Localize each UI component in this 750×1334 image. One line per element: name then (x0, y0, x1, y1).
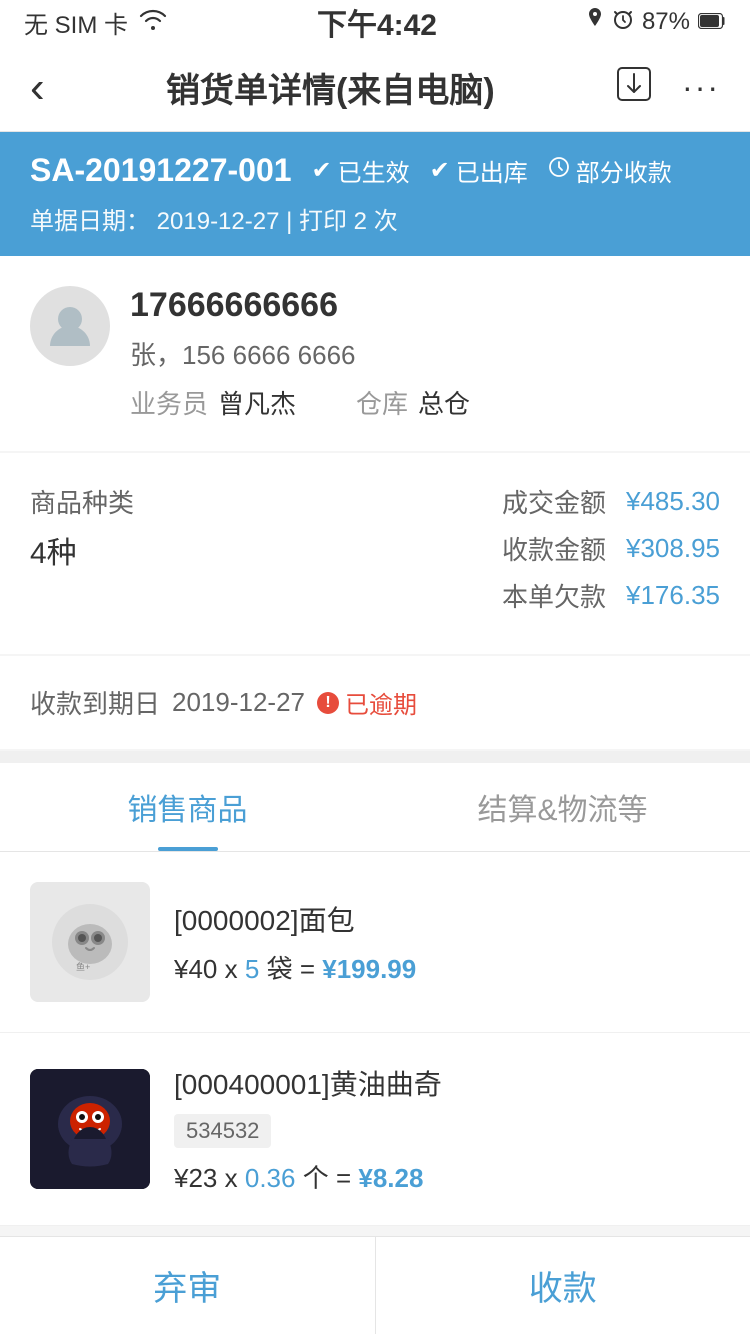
avatar (30, 286, 110, 366)
product-qty-1: 5 (245, 954, 259, 984)
battery-label: 87% (642, 8, 690, 36)
share-icon[interactable] (616, 66, 652, 109)
product-info-1: [0000002]面包 ¥40 x 5 袋 = ¥199.99 (174, 899, 720, 986)
product-qty-2: 0.36 (245, 1163, 296, 1193)
type-value: 4种 (30, 528, 134, 572)
collect-button[interactable]: 收款 (376, 1237, 750, 1334)
product-price-2: ¥23 x 0.36 个 = ¥8.28 (174, 1158, 720, 1195)
reject-button[interactable]: 弃审 (0, 1237, 376, 1334)
amount-value: ¥485.30 (626, 486, 720, 517)
stats-section: 商品种类 4种 成交金额 ¥485.30 收款金额 ¥308.95 本单欠款 ¥… (0, 453, 750, 654)
customer-id: 17666666666 (130, 286, 720, 325)
bottom-bar: 弃审 收款 (0, 1236, 750, 1334)
customer-meta: 业务员 曾凡杰 仓库 总仓 (130, 384, 720, 421)
status-bar: 无 SIM 卡 下午4:42 87% (0, 0, 750, 44)
product-price-1: ¥40 x 5 袋 = ¥199.99 (174, 949, 720, 986)
owed-row: 本单欠款 ¥176.35 (502, 577, 720, 614)
received-row: 收款金额 ¥308.95 (502, 530, 720, 567)
product-name-2: [000400001]黄油曲奇 (174, 1063, 720, 1103)
page-title: 销货单详情(来自电脑) (166, 63, 495, 112)
product-thumbnail-2 (30, 1069, 150, 1189)
stats-type: 商品种类 4种 (30, 483, 134, 572)
stats-amounts: 成交金额 ¥485.30 收款金额 ¥308.95 本单欠款 ¥176.35 (502, 483, 720, 624)
alarm-icon (612, 8, 634, 37)
nav-bar: ‹ 销货单详情(来自电脑) ··· (0, 44, 750, 132)
due-date-value: 2019-12-27 (172, 687, 305, 718)
product-total-2: ¥8.28 (358, 1163, 423, 1193)
product-badge-2: 534532 (174, 1114, 271, 1148)
status-bar-left: 无 SIM 卡 (24, 5, 168, 40)
product-name-1: [0000002]面包 (174, 899, 720, 939)
section-divider (0, 751, 750, 763)
warehouse-meta: 仓库 总仓 (356, 384, 470, 421)
badge-shipped: ✔ 已出库 (430, 153, 528, 188)
overdue-badge: ! 已逾期 (317, 685, 417, 720)
location-icon (586, 8, 604, 37)
product-list: 鱼+ [0000002]面包 ¥40 x 5 袋 = ¥199.99 (0, 852, 750, 1226)
status-bar-time: 下午4:42 (317, 0, 437, 44)
sales-name: 曾凡杰 (218, 384, 296, 421)
nav-actions: ··· (616, 66, 720, 109)
amount-row: 成交金额 ¥485.30 (502, 483, 720, 520)
check-icon-2: ✔ (430, 156, 450, 185)
product-item: [000400001]黄油曲奇 534532 ¥23 x 0.36 个 = ¥8… (0, 1033, 750, 1226)
product-thumbnail-1: 鱼+ (30, 882, 150, 1002)
badge-effective: ✔ 已生效 (312, 153, 410, 188)
header-banner: SA-20191227-001 ✔ 已生效 ✔ 已出库 部分收款 单据日期： 2… (0, 132, 750, 256)
order-id: SA-20191227-001 (30, 152, 292, 189)
warehouse-name: 总仓 (418, 384, 470, 421)
clock-icon (548, 156, 570, 185)
svg-text:鱼+: 鱼+ (76, 961, 90, 972)
tab-settlement[interactable]: 结算&物流等 (375, 763, 750, 851)
due-date-section: 收款到期日 2019-12-27 ! 已逾期 (0, 656, 750, 749)
product-total-1: ¥199.99 (322, 954, 416, 984)
order-date-info: 单据日期： 2019-12-27 | 打印 2 次 (30, 201, 720, 236)
back-button[interactable]: ‹ (30, 63, 45, 113)
tab-products[interactable]: 销售商品 (0, 763, 375, 851)
wifi-icon (138, 8, 168, 37)
overdue-text: 已逾期 (345, 685, 417, 720)
carrier-label: 无 SIM 卡 (24, 5, 128, 40)
customer-info: 17666666666 张，156 6666 6666 业务员 曾凡杰 仓库 总… (130, 286, 720, 421)
product-info-2: [000400001]黄油曲奇 534532 ¥23 x 0.36 个 = ¥8… (174, 1063, 720, 1195)
sales-meta: 业务员 曾凡杰 (130, 384, 296, 421)
overdue-icon: ! (317, 692, 339, 714)
received-value: ¥308.95 (626, 533, 720, 564)
tabs: 销售商品 结算&物流等 (0, 763, 750, 852)
customer-name-phone: 张，156 6666 6666 (130, 335, 720, 372)
badge-partial: 部分收款 (548, 153, 672, 188)
customer-section: 17666666666 张，156 6666 6666 业务员 曾凡杰 仓库 总… (0, 256, 750, 451)
owed-value: ¥176.35 (626, 580, 720, 611)
more-icon[interactable]: ··· (682, 69, 720, 106)
due-date-label: 收款到期日 (30, 684, 160, 721)
battery-icon (698, 8, 726, 36)
product-item: 鱼+ [0000002]面包 ¥40 x 5 袋 = ¥199.99 (0, 852, 750, 1033)
check-icon-1: ✔ (312, 156, 332, 185)
status-bar-right: 87% (586, 8, 726, 37)
